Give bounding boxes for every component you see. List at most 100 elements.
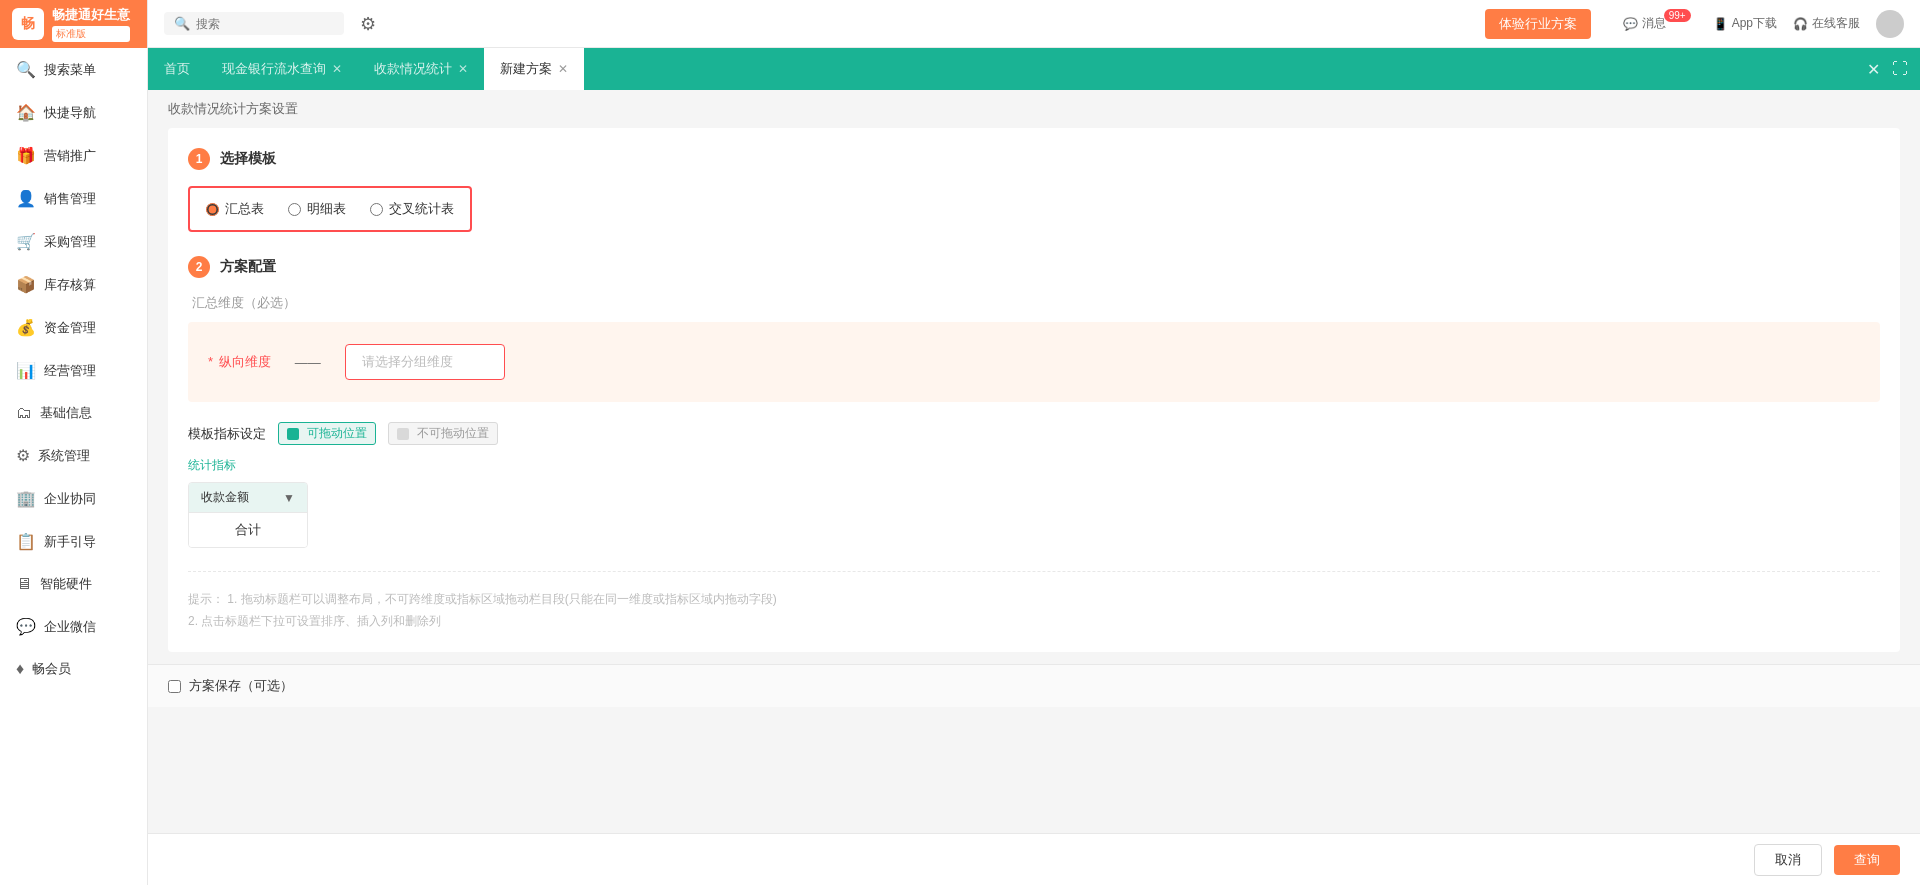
sidebar-item-basic-info[interactable]: 🗂 基础信息 bbox=[0, 392, 147, 434]
topbar-search-box[interactable]: 🔍 bbox=[164, 12, 344, 35]
sidebar-item-smart-hw[interactable]: 🖥 智能硬件 bbox=[0, 563, 147, 605]
required-mark: * bbox=[208, 354, 213, 369]
sidebar-item-inventory[interactable]: 📦 库存核算 bbox=[0, 263, 147, 306]
app-label: App下载 bbox=[1732, 15, 1777, 32]
purchase-icon: 🛒 bbox=[16, 232, 36, 251]
save-checkbox[interactable] bbox=[168, 680, 181, 693]
app-download-item[interactable]: 📱 App下载 bbox=[1713, 15, 1777, 32]
template-radio-detail[interactable] bbox=[288, 203, 301, 216]
sidebar-item-label: 企业协同 bbox=[44, 490, 96, 508]
stat-indicator-label: 统计指标 bbox=[188, 457, 308, 474]
search-input[interactable] bbox=[196, 17, 316, 31]
sales-icon: 👤 bbox=[16, 189, 36, 208]
sidebar-item-label: 企业微信 bbox=[44, 618, 96, 636]
step2-header: 2 方案配置 bbox=[188, 256, 1880, 278]
tab-bank-flow-close[interactable]: ✕ bbox=[332, 62, 342, 76]
sidebar-item-wechat[interactable]: 💬 企业微信 bbox=[0, 605, 147, 648]
tab-close-all-icon[interactable]: ✕ bbox=[1867, 60, 1880, 79]
online-service-item[interactable]: 🎧 在线客服 bbox=[1793, 15, 1860, 32]
tabs-right-actions: ✕ ⛶ bbox=[1867, 60, 1920, 79]
summary-dim-label: 汇总维度（必选） bbox=[188, 294, 1880, 312]
sidebar-logo: 畅 畅捷通好生意 标准版 bbox=[0, 0, 147, 48]
sidebar-item-search-menu[interactable]: 🔍 搜索菜单 bbox=[0, 48, 147, 91]
topbar-right-area: 💬 消息 99+ 📱 App下载 🎧 在线客服 bbox=[1623, 10, 1904, 38]
sidebar-item-label: 基础信息 bbox=[40, 404, 92, 422]
tab-bar: 首页 现金银行流水查询 ✕ 收款情况统计 ✕ 新建方案 ✕ ✕ ⛶ bbox=[148, 48, 1920, 90]
save-label: 方案保存（可选） bbox=[189, 677, 293, 695]
service-icon: 🎧 bbox=[1793, 17, 1808, 31]
cancel-button[interactable]: 取消 bbox=[1754, 844, 1822, 876]
template-option-cross[interactable]: 交叉统计表 bbox=[370, 200, 454, 218]
content-area: 收款情况统计方案设置 1 选择模板 汇总表 明细表 交叉统计表 bbox=[148, 90, 1920, 885]
bottom-bar: 取消 查询 bbox=[148, 833, 1920, 885]
tab-bank-flow-label: 现金银行流水查询 bbox=[222, 60, 326, 78]
tab-receipts-stat[interactable]: 收款情况统计 ✕ bbox=[358, 48, 484, 90]
logo-text: 畅捷通好生意 bbox=[52, 6, 130, 24]
sidebar-item-label: 采购管理 bbox=[44, 233, 96, 251]
indicator-settings-header: 模板指标设定 可拖动位置 不可拖动位置 bbox=[188, 422, 1880, 445]
non-draggable-color-block bbox=[397, 428, 409, 440]
metric-dropdown-icon[interactable]: ▼ bbox=[283, 491, 295, 505]
sidebar-item-enterprise[interactable]: 🏢 企业协同 bbox=[0, 477, 147, 520]
template-label-detail: 明细表 bbox=[307, 200, 346, 218]
sidebar-item-operations[interactable]: 📊 经营管理 bbox=[0, 349, 147, 392]
stat-indicator-label-box: 统计指标 收款金额 ▼ 合计 bbox=[188, 457, 308, 551]
tab-expand-icon[interactable]: ⛶ bbox=[1892, 60, 1908, 78]
service-label: 在线客服 bbox=[1812, 15, 1860, 32]
sidebar-item-label: 畅会员 bbox=[32, 660, 71, 678]
sidebar-item-finance[interactable]: 💰 资金管理 bbox=[0, 306, 147, 349]
metric-table: 收款金额 ▼ 合计 bbox=[188, 482, 308, 548]
sidebar-item-label: 系统管理 bbox=[38, 447, 90, 465]
tab-home[interactable]: 首页 bbox=[148, 48, 206, 90]
sidebar-item-label: 快捷导航 bbox=[44, 104, 96, 122]
template-radio-cross[interactable] bbox=[370, 203, 383, 216]
sidebar-item-member[interactable]: ♦ 畅会员 bbox=[0, 648, 147, 690]
tab-receipts-stat-close[interactable]: ✕ bbox=[458, 62, 468, 76]
logo-badge: 标准版 bbox=[52, 26, 130, 42]
sidebar-item-marketing[interactable]: 🎁 营销推广 bbox=[0, 134, 147, 177]
notif-badge: 99+ bbox=[1664, 9, 1691, 22]
template-label-cross: 交叉统计表 bbox=[389, 200, 454, 218]
tab-new-plan-close[interactable]: ✕ bbox=[558, 62, 568, 76]
template-radio-summary[interactable] bbox=[206, 203, 219, 216]
system-icon: ⚙ bbox=[16, 446, 30, 465]
tab-bank-flow[interactable]: 现金银行流水查询 ✕ bbox=[206, 48, 358, 90]
tab-new-plan[interactable]: 新建方案 ✕ bbox=[484, 48, 584, 90]
template-option-detail[interactable]: 明细表 bbox=[288, 200, 346, 218]
finance-icon: 💰 bbox=[16, 318, 36, 337]
indicator-area: 统计指标 收款金额 ▼ 合计 bbox=[188, 457, 1880, 551]
tab-home-label: 首页 bbox=[164, 60, 190, 78]
tip2: 2. 点击标题栏下拉可设置排序、插入列和删除列 bbox=[188, 610, 1880, 632]
query-button[interactable]: 查询 bbox=[1834, 845, 1900, 875]
step2-section: 2 方案配置 汇总维度（必选） * 纵向维度 —— 请选择分组维 bbox=[188, 256, 1880, 632]
app-icon: 📱 bbox=[1713, 17, 1728, 31]
message-icon: 💬 bbox=[1623, 17, 1638, 31]
quick-nav-icon: 🏠 bbox=[16, 103, 36, 122]
vertical-dim-label: * 纵向维度 bbox=[208, 353, 271, 371]
search-menu-icon: 🔍 bbox=[16, 60, 36, 79]
enterprise-icon: 🏢 bbox=[16, 489, 36, 508]
indicator-settings-label: 模板指标设定 bbox=[188, 425, 266, 443]
template-label-summary: 汇总表 bbox=[225, 200, 264, 218]
non-draggable-tag: 不可拖动位置 bbox=[388, 422, 498, 445]
sidebar-item-system[interactable]: ⚙ 系统管理 bbox=[0, 434, 147, 477]
sidebar: 畅 畅捷通好生意 标准版 🔍 搜索菜单 🏠 快捷导航 🎁 营销推广 👤 销售管理… bbox=[0, 0, 148, 885]
gear-icon[interactable]: ⚙ bbox=[360, 13, 376, 35]
marketing-icon: 🎁 bbox=[16, 146, 36, 165]
tips-section: 提示： 1. 拖动标题栏可以调整布局，不可跨维度或指标区域拖动栏目段(只能在同一… bbox=[188, 571, 1880, 632]
step1-header: 1 选择模板 bbox=[188, 148, 1880, 170]
industry-plan-button[interactable]: 体验行业方案 bbox=[1485, 9, 1591, 39]
user-avatar[interactable] bbox=[1876, 10, 1904, 38]
sidebar-item-guide[interactable]: 📋 新手引导 bbox=[0, 520, 147, 563]
wechat-icon: 💬 bbox=[16, 617, 36, 636]
template-option-summary[interactable]: 汇总表 bbox=[206, 200, 264, 218]
sidebar-item-label: 新手引导 bbox=[44, 533, 96, 551]
sidebar-item-quick-nav[interactable]: 🏠 快捷导航 bbox=[0, 91, 147, 134]
sidebar-item-label: 资金管理 bbox=[44, 319, 96, 337]
notification-item[interactable]: 💬 消息 99+ bbox=[1623, 15, 1697, 32]
dimension-select[interactable]: 请选择分组维度 bbox=[345, 344, 505, 380]
sidebar-item-sales[interactable]: 👤 销售管理 bbox=[0, 177, 147, 220]
sidebar-item-label: 库存核算 bbox=[44, 276, 96, 294]
tip1: 提示： 1. 拖动标题栏可以调整布局，不可跨维度或指标区域拖动栏目段(只能在同一… bbox=[188, 588, 1880, 610]
sidebar-item-purchase[interactable]: 🛒 采购管理 bbox=[0, 220, 147, 263]
